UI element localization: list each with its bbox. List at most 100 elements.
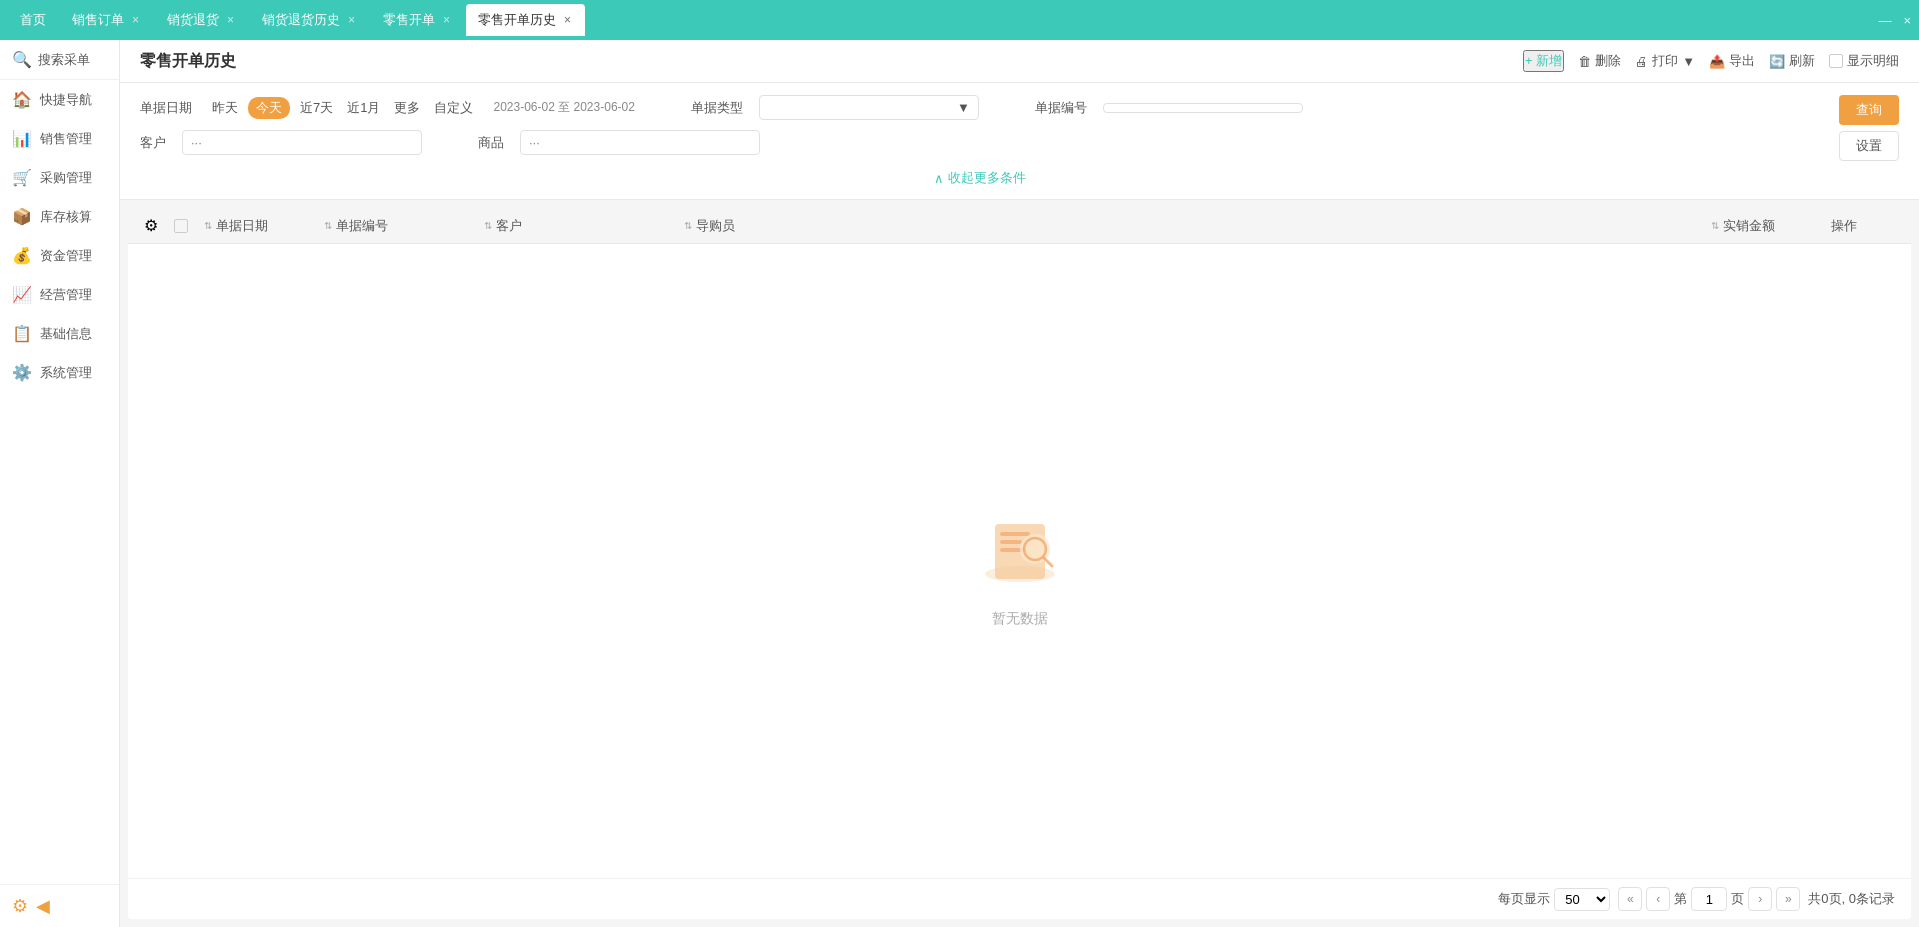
close-button[interactable]: × [1903, 13, 1911, 28]
last-page-button[interactable]: » [1776, 887, 1800, 911]
sort-icon-amount[interactable]: ⇅ [1711, 220, 1719, 231]
minimize-button[interactable]: — [1878, 13, 1891, 28]
delete-button[interactable]: 🗑 删除 [1578, 52, 1621, 70]
table-header: ⚙ ⇅ 单据日期 ⇅ 单据编号 ⇅ 客户 ⇅ 导购员 [128, 208, 1911, 244]
date-today[interactable]: 今天 [248, 97, 290, 119]
tab-close-retail-open[interactable]: × [441, 13, 452, 27]
tab-retail-open[interactable]: 零售开单 × [371, 4, 464, 36]
date-1month[interactable]: 近1月 [343, 97, 384, 119]
date-7days[interactable]: 近7天 [296, 97, 337, 119]
tab-sales-order[interactable]: 销售订单 × [60, 4, 153, 36]
date-options: 昨天 今天 近7天 近1月 更多 自定义 [208, 97, 477, 119]
tab-close-sales-order[interactable]: × [130, 13, 141, 27]
page-title: 零售开单历史 [140, 51, 236, 72]
number-input[interactable] [1103, 103, 1303, 113]
number-label: 单据编号 [1035, 99, 1087, 117]
page-header: 零售开单历史 + 新增 🗑 删除 🖨 打印 ▼ 📤 导出 [120, 40, 1919, 83]
filter-row-customer: 客户 ··· 商品 ··· [140, 130, 1819, 155]
sidebar-item-operations[interactable]: 📈 经营管理 [0, 275, 119, 314]
content-area: 零售开单历史 + 新增 🗑 删除 🖨 打印 ▼ 📤 导出 [120, 40, 1919, 927]
print-icon: 🖨 [1635, 54, 1648, 69]
export-button[interactable]: 📤 导出 [1709, 52, 1755, 70]
collapse-sidebar-icon[interactable]: ◀ [36, 895, 50, 917]
settings-bottom-icon[interactable]: ⚙ [12, 895, 28, 917]
sort-icon-date[interactable]: ⇅ [204, 220, 212, 231]
trend-icon: 📈 [12, 285, 32, 304]
sidebar-item-inventory[interactable]: 📦 库存核算 [0, 197, 119, 236]
filter-buttons: 查询 设置 [1839, 95, 1899, 161]
sort-icon-customer[interactable]: ⇅ [484, 220, 492, 231]
customer-input[interactable]: ··· [182, 130, 422, 155]
tab-close-sales-return-history[interactable]: × [346, 13, 357, 27]
sidebar-item-quick-nav[interactable]: 🏠 快捷导航 [0, 80, 119, 119]
sort-icon-no[interactable]: ⇅ [324, 220, 332, 231]
type-select[interactable]: ▼ [759, 95, 979, 120]
tab-retail-open-history[interactable]: 零售开单历史 × [466, 4, 585, 36]
next-page-button[interactable]: › [1748, 887, 1772, 911]
goods-input[interactable]: ··· [520, 130, 760, 155]
table-area: ⚙ ⇅ 单据日期 ⇅ 单据编号 ⇅ 客户 ⇅ 导购员 [128, 208, 1911, 919]
th-no: ⇅ 单据编号 [316, 217, 476, 235]
th-op: 操作 [1823, 217, 1903, 235]
collapse-btn[interactable]: ∧ 收起更多条件 [934, 169, 1026, 187]
search-icon: 🔍 [12, 50, 32, 69]
window-controls: — × [1878, 13, 1911, 28]
sidebar-search[interactable]: 🔍 搜索采单 [0, 40, 119, 80]
display-detail-button[interactable]: 显示明细 [1829, 52, 1899, 70]
page-size-dropdown[interactable]: 50 100 200 [1554, 888, 1610, 911]
sidebar: 🔍 搜索采单 🏠 快捷导航 📊 销售管理 🛒 采购管理 📦 库存核算 💰 资金管… [0, 40, 120, 927]
display-checkbox [1829, 54, 1843, 68]
collapse-icon: ∧ [934, 171, 944, 186]
query-button[interactable]: 查询 [1839, 95, 1899, 125]
sort-icon-guide[interactable]: ⇅ [684, 220, 692, 231]
tab-sales-return-history[interactable]: 销货退货历史 × [250, 4, 369, 36]
home-icon: 🏠 [12, 90, 32, 109]
prev-page-button[interactable]: ‹ [1646, 887, 1670, 911]
add-button[interactable]: + 新增 [1523, 50, 1564, 72]
customer-placeholder: ··· [191, 135, 202, 150]
empty-text: 暂无数据 [992, 610, 1048, 628]
top-bar: 首页 销售订单 × 销货退货 × 销货退货历史 × 零售开单 × 零售开单历史 … [0, 0, 1919, 40]
filter-settings-button[interactable]: 设置 [1839, 131, 1899, 161]
th-customer: ⇅ 客户 [476, 217, 676, 235]
delete-icon: 🗑 [1578, 54, 1591, 69]
toolbar: + 新增 🗑 删除 🖨 打印 ▼ 📤 导出 🔄 刷新 [1523, 50, 1899, 72]
empty-illustration [970, 494, 1070, 594]
date-label: 单据日期 [140, 99, 192, 117]
tab-home[interactable]: 首页 [8, 4, 58, 36]
cart-icon: 🛒 [12, 168, 32, 187]
first-page-button[interactable]: « [1618, 887, 1642, 911]
type-label: 单据类型 [691, 99, 743, 117]
th-date: ⇅ 单据日期 [196, 217, 316, 235]
page-nav: « ‹ 第 页 › » [1618, 887, 1800, 911]
th-guide: ⇅ 导购员 [676, 217, 796, 235]
money-icon: 💰 [12, 246, 32, 265]
tab-close-retail-open-history[interactable]: × [562, 13, 573, 27]
sidebar-item-sales[interactable]: 📊 销售管理 [0, 119, 119, 158]
refresh-button[interactable]: 🔄 刷新 [1769, 52, 1815, 70]
export-icon: 📤 [1709, 54, 1725, 69]
tab-close-sales-return[interactable]: × [225, 13, 236, 27]
date-yesterday[interactable]: 昨天 [208, 97, 242, 119]
sidebar-item-system[interactable]: ⚙️ 系统管理 [0, 353, 119, 392]
print-dropdown-icon: ▼ [1682, 54, 1695, 69]
main-layout: 🔍 搜索采单 🏠 快捷导航 📊 销售管理 🛒 采购管理 📦 库存核算 💰 资金管… [0, 40, 1919, 927]
tab-sales-return[interactable]: 销货退货 × [155, 4, 248, 36]
page-input[interactable] [1691, 887, 1727, 911]
refresh-icon: 🔄 [1769, 54, 1785, 69]
date-custom[interactable]: 自定义 [430, 97, 477, 119]
table-settings-icon[interactable]: ⚙ [136, 216, 166, 235]
sidebar-item-finance[interactable]: 💰 资金管理 [0, 236, 119, 275]
th-amount: ⇅ 实销金额 [1703, 217, 1823, 235]
filter-area: 单据日期 昨天 今天 近7天 近1月 更多 自定义 2023-06-02 至 2… [120, 83, 1919, 200]
sidebar-item-purchase[interactable]: 🛒 采购管理 [0, 158, 119, 197]
tab-bar: 首页 销售订单 × 销货退货 × 销货退货历史 × 零售开单 × 零售开单历史 … [8, 4, 1878, 36]
date-more[interactable]: 更多 [390, 97, 424, 119]
total-info: 共0页, 0条记录 [1808, 890, 1895, 908]
print-button[interactable]: 🖨 打印 ▼ [1635, 52, 1695, 70]
table-select-all[interactable] [166, 219, 196, 233]
svg-line-7 [1044, 558, 1052, 566]
chart-icon: 📊 [12, 129, 32, 148]
gear-icon: ⚙️ [12, 363, 32, 382]
sidebar-item-base-info[interactable]: 📋 基础信息 [0, 314, 119, 353]
